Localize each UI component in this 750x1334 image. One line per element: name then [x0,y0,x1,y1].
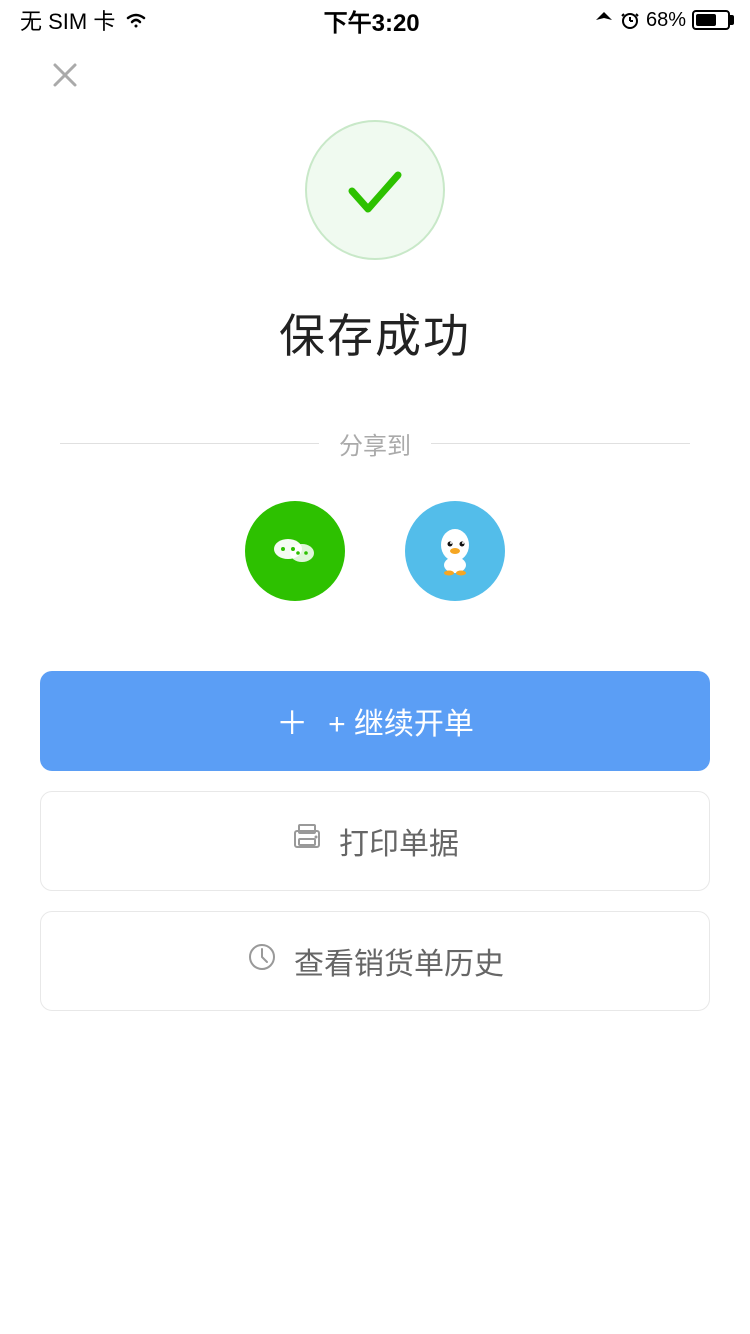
battery-percent: 68% [646,9,686,32]
location-icon [594,10,614,30]
share-label: 分享到 [319,426,431,461]
alarm-icon [620,10,640,30]
wechat-share-button[interactable] [245,501,345,601]
continue-icon: ＋ [276,698,308,744]
share-icons-row [245,501,505,601]
no-sim-text: 无 SIM 卡 [20,4,115,36]
success-title: 保存成功 [279,300,471,366]
status-right: 68% [594,9,730,32]
qq-share-button[interactable] [405,501,505,601]
continue-button[interactable]: ＋ + 继续开单 [40,671,710,771]
status-bar: 无 SIM 卡 下午3:20 68% [0,0,750,40]
success-icon-circle [305,120,445,260]
wechat-icon [265,521,325,581]
history-icon [246,941,278,981]
close-button[interactable] [40,50,90,100]
divider-line-right [431,443,690,444]
wifi-icon [123,10,149,30]
divider-line-left [60,443,319,444]
status-left: 无 SIM 卡 [20,4,149,36]
action-buttons: ＋ + 继续开单 打印单据 查看销货单历 [0,671,750,1011]
battery-icon [692,10,730,30]
status-time: 下午3:20 [324,3,420,38]
print-button[interactable]: 打印单据 [40,791,710,891]
print-label: 打印单据 [339,819,459,863]
checkmark-icon [340,155,410,225]
qq-icon [425,521,485,581]
print-icon [291,821,323,861]
history-label: 查看销货单历史 [294,939,504,983]
history-button[interactable]: 查看销货单历史 [40,911,710,1011]
share-divider: 分享到 [0,426,750,461]
main-content: 保存成功 分享到 [0,40,750,1011]
continue-label: + 继续开单 [328,699,474,743]
